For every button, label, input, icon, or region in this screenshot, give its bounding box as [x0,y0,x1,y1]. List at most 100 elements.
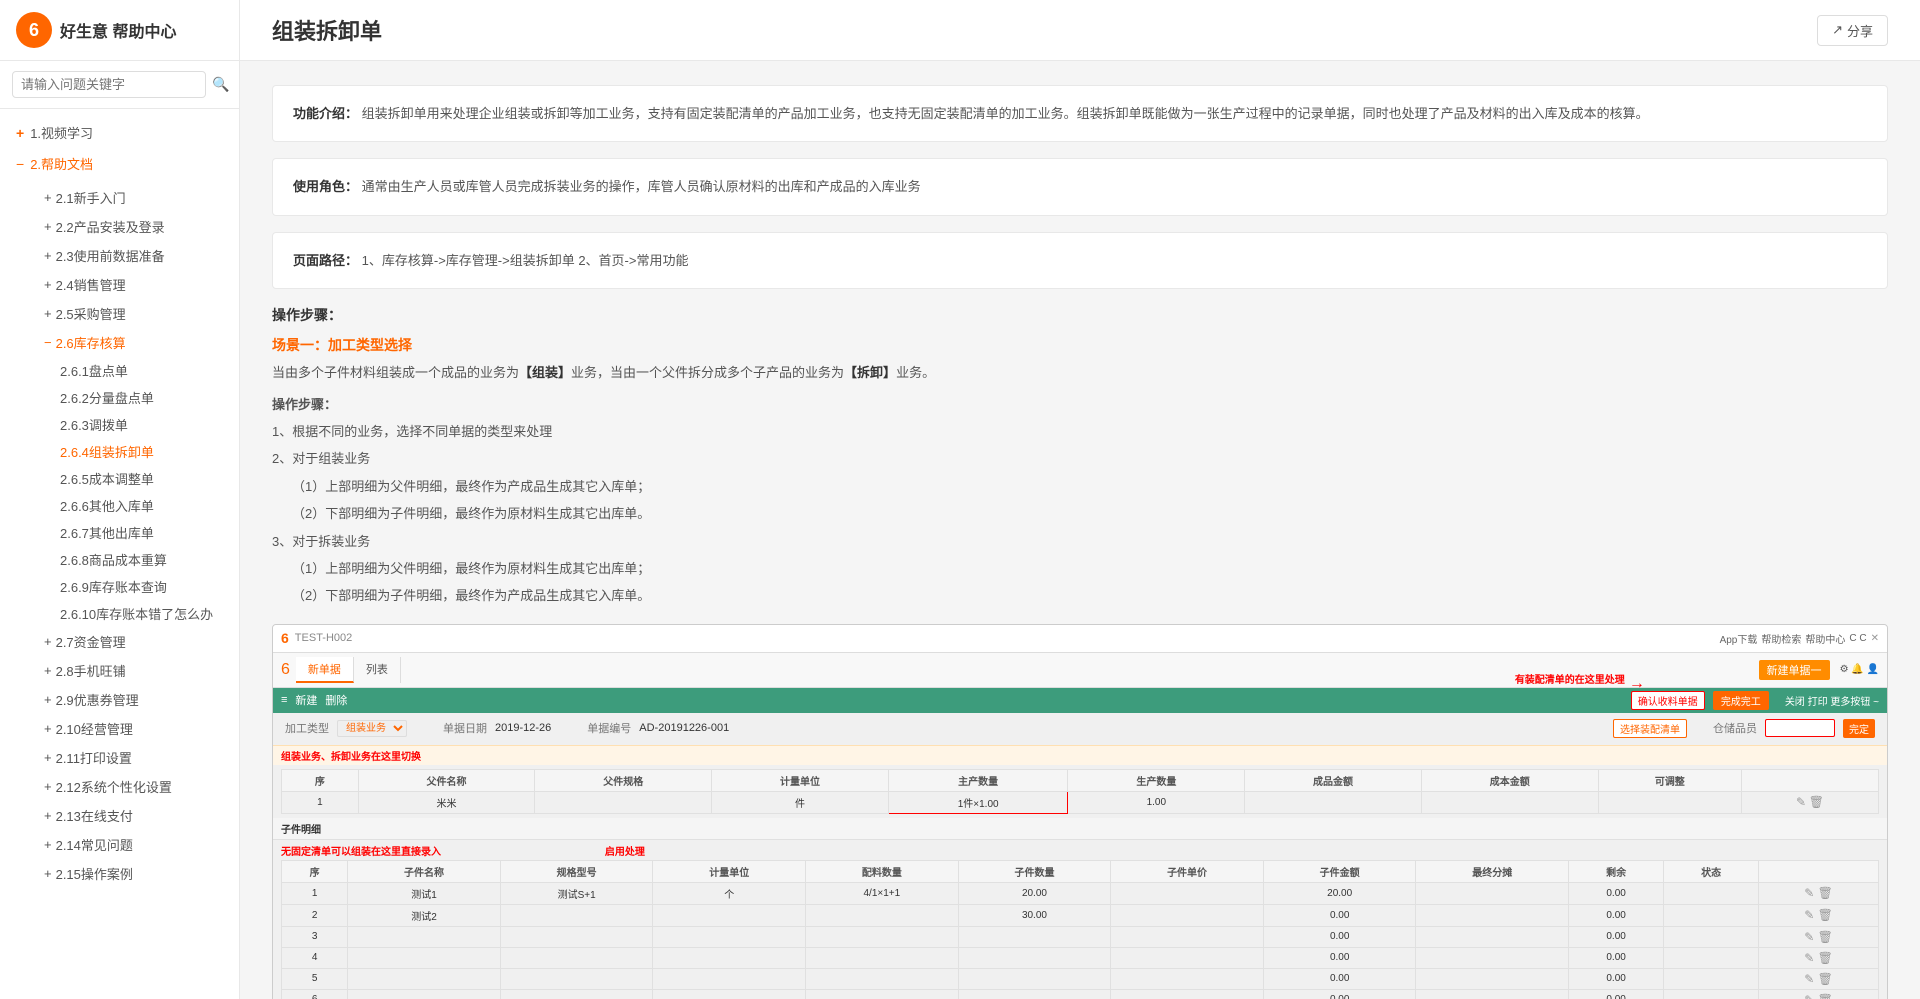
sidebar-item-26[interactable]: − 2.6库存核算 [32,328,239,357]
ss-logo: 6 [281,630,289,646]
func-intro-text: 组装拆卸单用来处理企业组装或拆卸等加工业务，支持有固定装配清单的产品加工业务，也… [362,106,1649,121]
step2: 2、对于组装业务 [272,447,1888,470]
ss-recipe-btn[interactable]: 选择装配清单 [1613,719,1687,738]
sidebar-item-268[interactable]: 2.6.8商品成本重算 [48,546,239,573]
share-icon: ↗ [1832,22,1843,38]
func-intro-label: 功能介绍： [293,106,358,121]
annotation-biztype: 组装业务、拆卸业务在这里切换 [281,748,421,763]
sidebar-item-265[interactable]: 2.6.5成本调整单 [48,465,239,492]
ss-row-del-icon[interactable]: 🗑 [1809,795,1824,809]
sidebar-item-211[interactable]: + 2.11打印设置 [32,743,239,772]
sidebar-item-212[interactable]: + 2.12系统个性化设置 [32,772,239,801]
sidebar-item-video[interactable]: + 1.视频学习 [0,117,239,148]
ss-ok-btn[interactable]: 完定 [1843,719,1875,738]
sidebar-item-21[interactable]: + 2.1新手入门 [32,183,239,212]
ss-tab-new[interactable]: 新单据 [296,657,354,683]
ss-person-label: 仓储品员 [1713,720,1757,736]
ss-url: TEST-H002 [295,632,1714,644]
role-text: 通常由生产人员或库管人员完成拆装业务的操作，库管人员确认原材料的出库和产成品的入… [362,179,921,194]
screenshot-upper-table: 序 父件名称 父件规格 计量单位 主产数量 生产数量 成品金额 成本金额 可调整 [281,769,1879,814]
ss-icon-app: App下载 [1720,631,1758,646]
search-icon[interactable]: 🔍 [212,76,229,93]
search-input[interactable] [12,71,206,98]
table-row: 1测试1测试S+1个4/1×1+120.0020.000.00✎ 🗑 [282,882,1879,904]
table-row: 60.000.00✎ 🗑 [282,989,1879,999]
ss-confirm-btn[interactable]: 确认收料单据 [1631,691,1705,710]
col-unit: 计量单位 [712,769,889,791]
sidebar-item-266[interactable]: 2.6.6其他入库单 [48,492,239,519]
sidebar-item-264[interactable]: 2.6.4组装拆卸单 [48,438,239,465]
logo-icon: 6 [16,12,52,48]
step1: 1、根据不同的业务，选择不同单据的类型来处理 [272,420,1888,443]
ss-icons-bar: ⚙ 🔔 👤 [1840,664,1879,675]
ss-date-value: 2019-12-26 [495,722,551,734]
ss-topbar-extra: 关闭 打印 更多按钮 ~ [1785,693,1879,708]
page-title: 组装拆卸单 [272,14,382,46]
col-seq: 序 [282,769,359,791]
col-seq2: 序 [282,860,348,882]
search-box: 🔍 [0,61,239,109]
ss-new-doc-btn[interactable]: 新建单据一 [1759,660,1830,680]
sidebar-item-27[interactable]: + 2.7资金管理 [32,627,239,656]
expand-icon: + [16,125,24,141]
col-child-qty: 子件数量 [958,860,1111,882]
sidebar-item-23[interactable]: + 2.3使用前数据准备 [32,241,239,270]
col-prod-amt: 成品金额 [1245,769,1422,791]
step3-2: （2）下部明细为子件明细，最终作为产成品生成其它入库单。 [292,584,1888,607]
screenshot-form-row: 加工类型 组装业务 拆卸业务 单据日期 2019-12-26 单据编号 AD-2… [273,713,1887,745]
sidebar-item-2610[interactable]: 2.6.10库存账本错了怎么办 [48,600,239,627]
ss-type-select[interactable]: 组装业务 拆卸业务 [337,720,407,737]
table-row: 50.000.00✎ 🗑 [282,968,1879,989]
screenshot: 6 TEST-H002 App下载 帮助检索 帮助中心 C C ✕ 6 新单据 … [272,624,1888,999]
col-op [1742,769,1879,791]
sidebar-item-label: 2.帮助文档 [30,154,93,173]
ss-person-input[interactable] [1765,719,1835,737]
col-parent-name: 父件名称 [358,769,535,791]
sidebar-item-213[interactable]: + 2.13在线支付 [32,801,239,830]
sidebar-item-29[interactable]: + 2.9优惠券管理 [32,685,239,714]
sidebar: 6 好生意 帮助中心 🔍 + 1.视频学习 − 2.帮助文档 + 2.1新手入门… [0,0,240,999]
ss-sku-value: AD-20191226-001 [639,722,729,734]
sidebar-item-215[interactable]: + 2.15操作案例 [32,859,239,888]
collapse-icon: − [16,156,24,172]
table-row: 2测试230.000.000.00✎ 🗑 [282,904,1879,926]
col-prod-qty: 生产数量 [1068,769,1245,791]
scene-desc: 当由多个子件材料组装成一个成品的业务为【组装】业务，当由一个父件拆分成多个子产品… [272,361,1888,384]
ss-row-edit-icon[interactable]: ✎ [1796,795,1806,809]
ss-icon-qq: C C [1849,633,1866,644]
sidebar-item-28[interactable]: + 2.8手机旺铺 [32,656,239,685]
sidebar-item-261[interactable]: 2.6.1盘点单 [48,357,239,384]
sidebar-item-269[interactable]: 2.6.9库存账本查询 [48,573,239,600]
table-row: 1 米米 件 1件×1.00 1.00 ✎ [282,791,1879,813]
sidebar-sub-nav: + 2.1新手入门 + 2.2产品安装及登录 + 2.3使用前数据准备 + 2.… [0,179,239,892]
ss-tab-list[interactable]: 列表 [354,657,401,683]
scene-title: 场景一：加工类型选择 [272,335,1888,355]
ss-nav-logo: 6 [281,661,290,679]
app-title: 好生意 帮助中心 [60,18,176,42]
sidebar-item-263[interactable]: 2.6.3调拨单 [48,411,239,438]
step3-1: （1）上部明细为父件明细，最终作为原材料生成其它出库单； [292,557,1888,580]
sidebar-item-210[interactable]: + 2.10经营管理 [32,714,239,743]
ss-complete-btn[interactable]: 完成完工 [1713,691,1769,710]
ops-block: 操作步骤： 场景一：加工类型选择 当由多个子件材料组装成一个成品的业务为【组装】… [272,305,1888,608]
sidebar-item-214[interactable]: + 2.14常见问题 [32,830,239,859]
sidebar-item-24[interactable]: + 2.4销售管理 [32,270,239,299]
sidebar-item-help-docs[interactable]: − 2.帮助文档 [0,148,239,179]
sidebar-item-22[interactable]: + 2.2产品安装及登录 [32,212,239,241]
step2-2: （2）下部明细为子件明细，最终作为原材料生成其它出库单。 [292,502,1888,525]
sidebar-item-25[interactable]: + 2.5采购管理 [32,299,239,328]
sidebar-item-267[interactable]: 2.6.7其他出库单 [48,519,239,546]
ss-form-type-label: 加工类型 [285,720,329,736]
content-area: 功能介绍： 组装拆卸单用来处理企业组装或拆卸等加工业务，支持有固定装配清单的产品… [240,61,1920,999]
col-child-unit: 计量单位 [653,860,806,882]
step3: 3、对于拆装业务 [272,530,1888,553]
annotation-process: 启用处理 [605,847,645,858]
col-adj: 可调整 [1598,769,1741,791]
sidebar-item-262[interactable]: 2.6.2分量盘点单 [48,384,239,411]
ss-date-label: 单据日期 [443,720,487,736]
main-header: 组装拆卸单 ↗ 分享 [240,0,1920,61]
ss-icon-help: 帮助检索 [1761,631,1801,646]
step2-1: （1）上部明细为父件明细，最终作为产成品生成其它入库单； [292,475,1888,498]
col-parent-spec: 父件规格 [535,769,712,791]
share-button[interactable]: ↗ 分享 [1817,15,1888,46]
